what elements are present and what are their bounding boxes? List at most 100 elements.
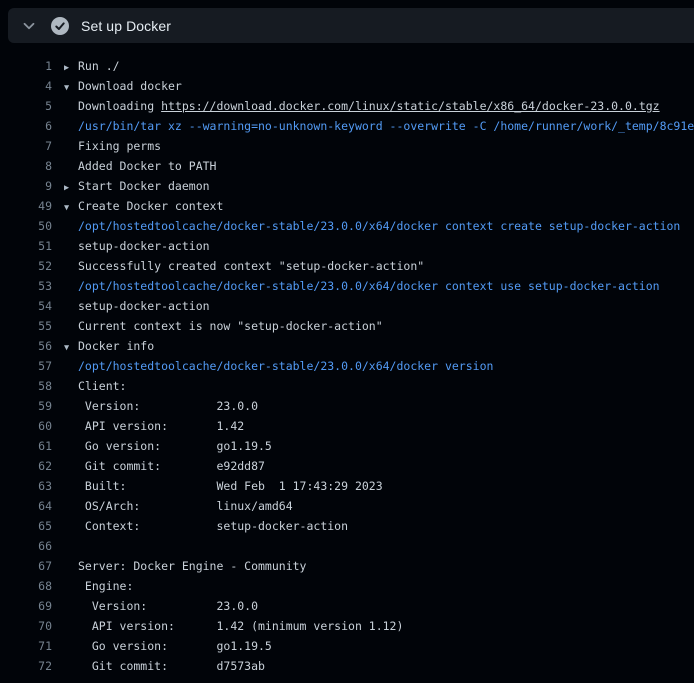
line-number[interactable]: 70 — [0, 616, 52, 636]
log-text: API version: 1.42 — [78, 419, 244, 433]
step-header[interactable]: Set up Docker — [8, 8, 694, 43]
log-text: Built: Wed Feb 1 17:43:29 2023 — [78, 479, 383, 493]
log-group-header[interactable]: 4 ▼Download docker — [0, 76, 694, 96]
line-number[interactable]: 9 — [0, 176, 52, 196]
log-line-content: setup-docker-action — [78, 236, 694, 256]
log-line: 51 setup-docker-action — [0, 236, 694, 256]
log-line-content: Version: 23.0.0 — [78, 596, 694, 616]
line-number[interactable]: 49 — [0, 196, 52, 216]
log-group-header[interactable]: 1 ▶Run ./ — [0, 56, 694, 76]
line-number[interactable]: 65 — [0, 516, 52, 536]
log-line: 62 Git commit: e92dd87 — [0, 456, 694, 476]
log-line: 69 Version: 23.0.0 — [0, 596, 694, 616]
log-line: 7 Fixing perms — [0, 136, 694, 156]
log-text: Docker info — [78, 339, 154, 353]
log-line: 67 Server: Docker Engine - Community — [0, 556, 694, 576]
log-line-content[interactable]: Run ./ — [78, 56, 694, 76]
log-line: 68 Engine: — [0, 576, 694, 596]
collapse-group-icon[interactable]: ▼ — [64, 78, 78, 98]
log-text: Go version: go1.19.5 — [78, 439, 272, 453]
log-text: Current context is now "setup-docker-act… — [78, 319, 383, 333]
line-number[interactable]: 7 — [0, 136, 52, 156]
log-text: Server: Docker Engine - Community — [78, 559, 306, 573]
line-number[interactable]: 55 — [0, 316, 52, 336]
log-line: 72 Git commit: d7573ab — [0, 656, 694, 676]
command-text: /opt/hostedtoolcache/docker-stable/23.0.… — [78, 279, 660, 293]
log-line-content[interactable]: Download docker — [78, 76, 694, 96]
line-number[interactable]: 52 — [0, 256, 52, 276]
log-line-content: Go version: go1.19.5 — [78, 436, 694, 456]
log-line-content: Current context is now "setup-docker-act… — [78, 316, 694, 336]
log-text: Fixing perms — [78, 139, 161, 153]
log-line: 55 Current context is now "setup-docker-a… — [0, 316, 694, 336]
expand-group-icon[interactable]: ▶ — [64, 58, 78, 78]
line-number[interactable]: 61 — [0, 436, 52, 456]
log-group-header[interactable]: 56 ▼Docker info — [0, 336, 694, 356]
line-number[interactable]: 67 — [0, 556, 52, 576]
line-number[interactable]: 72 — [0, 656, 52, 676]
line-number[interactable]: 63 — [0, 476, 52, 496]
line-number[interactable]: 54 — [0, 296, 52, 316]
step-title: Set up Docker — [81, 18, 171, 34]
log-line-content: setup-docker-action — [78, 296, 694, 316]
log-text: Start Docker daemon — [78, 179, 210, 193]
log-line: 8 Added Docker to PATH — [0, 156, 694, 176]
line-number[interactable]: 50 — [0, 216, 52, 236]
line-number[interactable]: 5 — [0, 96, 52, 116]
log-line: 54 setup-docker-action — [0, 296, 694, 316]
expand-group-icon[interactable]: ▶ — [64, 178, 78, 198]
line-number[interactable]: 64 — [0, 496, 52, 516]
log-text: setup-docker-action — [78, 239, 210, 253]
log-line-content: /opt/hostedtoolcache/docker-stable/23.0.… — [78, 356, 694, 376]
log-group-header[interactable]: 9 ▶Start Docker daemon — [0, 176, 694, 196]
log-text: Added Docker to PATH — [78, 159, 216, 173]
log-text: Context: setup-docker-action — [78, 519, 348, 533]
log-text: Version: 23.0.0 — [78, 599, 258, 613]
line-number[interactable]: 59 — [0, 396, 52, 416]
log-line-content[interactable]: Start Docker daemon — [78, 176, 694, 196]
line-number[interactable]: 8 — [0, 156, 52, 176]
line-number[interactable]: 69 — [0, 596, 52, 616]
log-line: 6/usr/bin/tar xz --warning=no-unknown-ke… — [0, 116, 694, 136]
log-line-content: Server: Docker Engine - Community — [78, 556, 694, 576]
log-line-content[interactable]: Docker info — [78, 336, 694, 356]
line-number[interactable]: 4 — [0, 76, 52, 96]
line-number[interactable]: 1 — [0, 56, 52, 76]
log-line-content: Built: Wed Feb 1 17:43:29 2023 — [78, 476, 694, 496]
check-circle-icon — [51, 17, 69, 35]
collapse-group-icon[interactable]: ▼ — [64, 198, 78, 218]
log-text: Version: 23.0.0 — [78, 399, 258, 413]
log-line: 71 Go version: go1.19.5 — [0, 636, 694, 656]
log-text: Download docker — [78, 79, 182, 93]
line-number[interactable]: 66 — [0, 536, 52, 556]
log-line: 50/opt/hostedtoolcache/docker-stable/23.… — [0, 216, 694, 236]
log-line-content: /usr/bin/tar xz --warning=no-unknown-key… — [78, 116, 694, 136]
log-group-header[interactable]: 49 ▼Create Docker context — [0, 196, 694, 216]
line-number[interactable]: 68 — [0, 576, 52, 596]
log-line-content: Git commit: e92dd87 — [78, 456, 694, 476]
line-number[interactable]: 60 — [0, 416, 52, 436]
log-line-content: Client: — [78, 376, 694, 396]
log-text: setup-docker-action — [78, 299, 210, 313]
line-number[interactable]: 56 — [0, 336, 52, 356]
line-number[interactable]: 53 — [0, 276, 52, 296]
log-line: 63 Built: Wed Feb 1 17:43:29 2023 — [0, 476, 694, 496]
command-text: /opt/hostedtoolcache/docker-stable/23.0.… — [78, 359, 493, 373]
log-line-content: Successfully created context "setup-dock… — [78, 256, 694, 276]
line-number[interactable]: 62 — [0, 456, 52, 476]
line-number[interactable]: 57 — [0, 356, 52, 376]
line-number[interactable]: 6 — [0, 116, 52, 136]
line-number[interactable]: 71 — [0, 636, 52, 656]
log-line-content: API version: 1.42 (minimum version 1.12) — [78, 616, 694, 636]
log-lines: 1▶Run ./4▼Download docker5Downloading ht… — [0, 43, 694, 683]
actions-log-viewer: Set up Docker 1▶Run ./4▼Download docker5… — [0, 0, 694, 683]
log-line-content[interactable]: Create Docker context — [78, 196, 694, 216]
chevron-down-icon[interactable] — [21, 18, 37, 34]
line-number[interactable]: 51 — [0, 236, 52, 256]
log-line: 64 OS/Arch: linux/amd64 — [0, 496, 694, 516]
log-line: 52 Successfully created context "setup-do… — [0, 256, 694, 276]
line-number[interactable]: 58 — [0, 376, 52, 396]
log-link[interactable]: https://download.docker.com/linux/static… — [161, 99, 660, 113]
collapse-group-icon[interactable]: ▼ — [64, 338, 78, 358]
log-line: 65 Context: setup-docker-action — [0, 516, 694, 536]
